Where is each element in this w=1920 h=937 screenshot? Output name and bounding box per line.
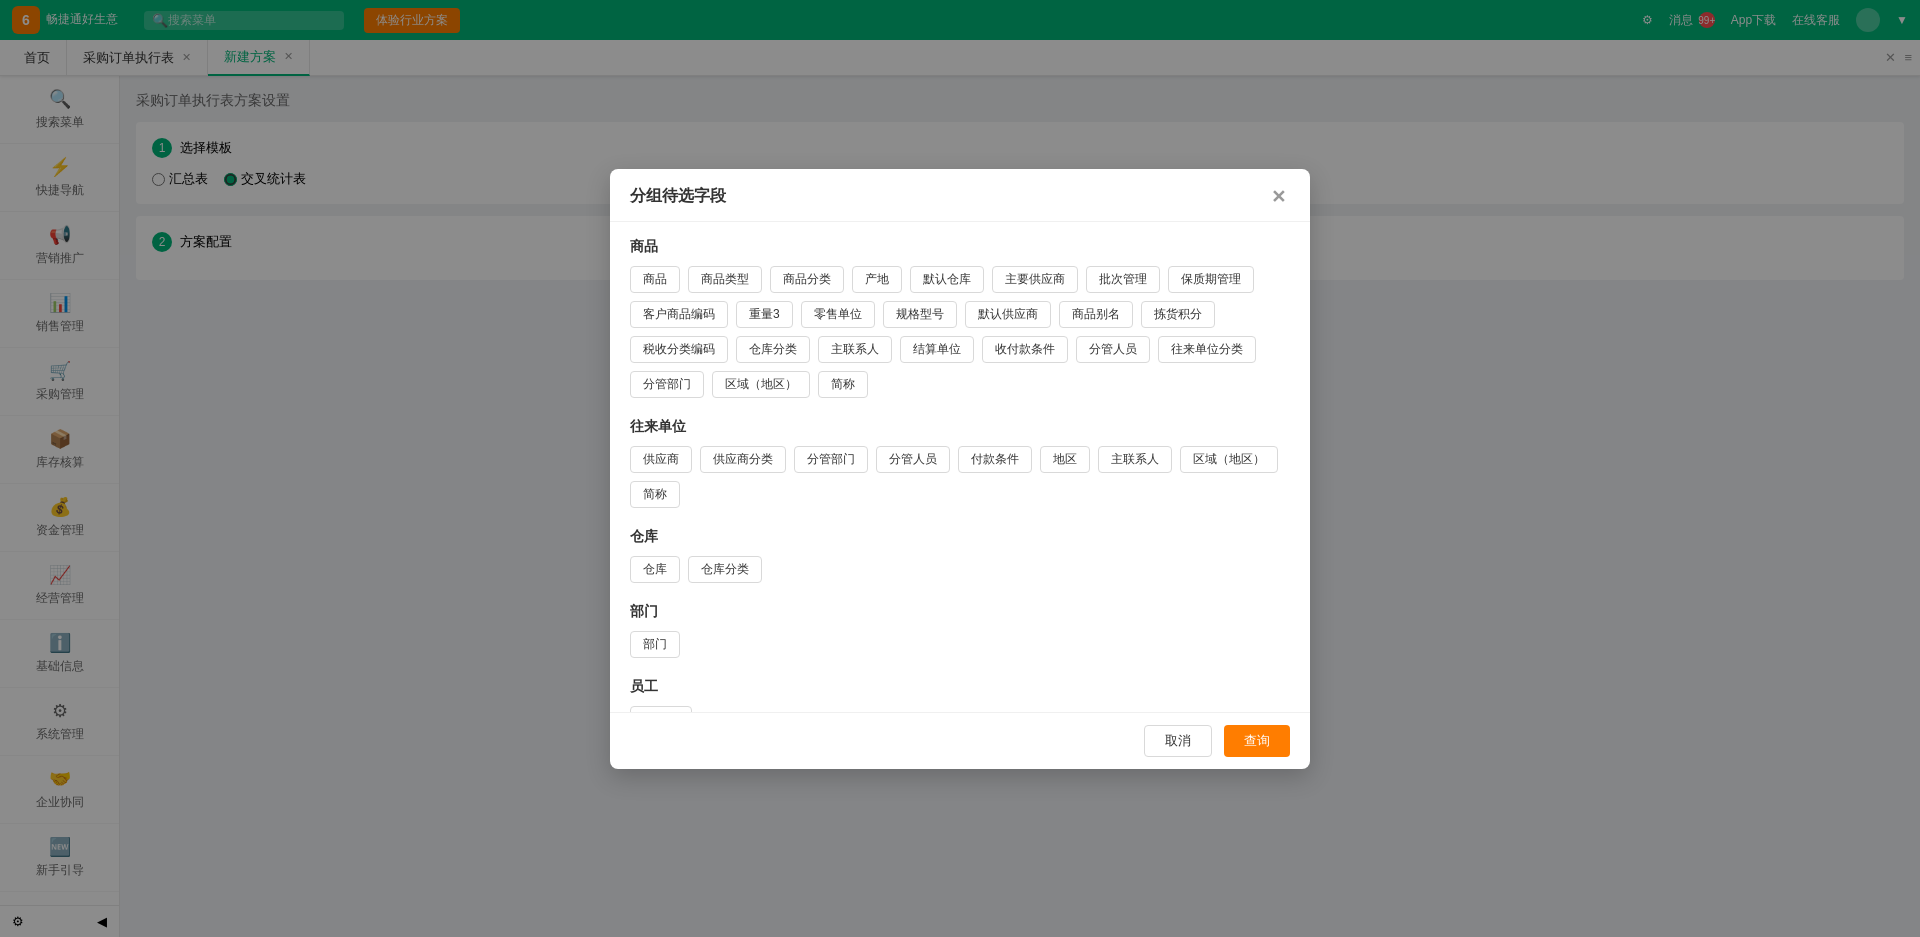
section-partner-title: 往来单位 <box>630 418 1290 436</box>
section-product-title: 商品 <box>630 238 1290 256</box>
field-tag[interactable]: 结算单位 <box>900 336 974 363</box>
field-tag[interactable]: 商品别名 <box>1059 301 1133 328</box>
field-tag[interactable]: 主联系人 <box>1098 446 1172 473</box>
field-tag[interactable]: 默认供应商 <box>965 301 1051 328</box>
product-field-tags: 商品商品类型商品分类产地默认仓库主要供应商批次管理保质期管理客户商品编码重量3 零… <box>630 266 1290 398</box>
modal-overlay: 分组待选字段 ✕ 商品 商品商品类型商品分类产地默认仓库主要供应商批次管理保质期… <box>0 0 1920 937</box>
modal-footer: 取消 查询 <box>610 712 1310 769</box>
field-tag[interactable]: 商品分类 <box>770 266 844 293</box>
field-tag[interactable]: 规格型号 <box>883 301 957 328</box>
confirm-button[interactable]: 查询 <box>1224 725 1290 757</box>
field-tag[interactable]: 默认仓库 <box>910 266 984 293</box>
field-tag[interactable]: 零售单位 <box>801 301 875 328</box>
section-employee-title: 员工 <box>630 678 1290 696</box>
field-tag[interactable]: 商品 <box>630 266 680 293</box>
section-employee: 员工 业务员 <box>630 678 1290 712</box>
field-tag[interactable]: 区域（地区） <box>712 371 810 398</box>
section-dept: 部门 部门 <box>630 603 1290 658</box>
field-tag[interactable]: 简称 <box>630 481 680 508</box>
field-tag[interactable]: 区域（地区） <box>1180 446 1278 473</box>
field-tag[interactable]: 重量3 <box>736 301 793 328</box>
field-tag[interactable]: 收付款条件 <box>982 336 1068 363</box>
field-tag[interactable]: 供应商 <box>630 446 692 473</box>
field-tag[interactable]: 往来单位分类 <box>1158 336 1256 363</box>
modal-close-button[interactable]: ✕ <box>1266 185 1290 209</box>
field-tag[interactable]: 主联系人 <box>818 336 892 363</box>
field-tag[interactable]: 分管部门 <box>630 371 704 398</box>
section-warehouse: 仓库 仓库仓库分类 <box>630 528 1290 583</box>
field-tag[interactable]: 税收分类编码 <box>630 336 728 363</box>
field-tag[interactable]: 分管人员 <box>1076 336 1150 363</box>
field-tag[interactable]: 分管部门 <box>794 446 868 473</box>
section-product: 商品 商品商品类型商品分类产地默认仓库主要供应商批次管理保质期管理客户商品编码重… <box>630 238 1290 398</box>
field-tag[interactable]: 拣货积分 <box>1141 301 1215 328</box>
field-tag[interactable]: 产地 <box>852 266 902 293</box>
field-tag[interactable]: 仓库 <box>630 556 680 583</box>
field-tag[interactable]: 客户商品编码 <box>630 301 728 328</box>
field-tag[interactable]: 地区 <box>1040 446 1090 473</box>
dept-field-tags: 部门 <box>630 631 1290 658</box>
modal-body[interactable]: 商品 商品商品类型商品分类产地默认仓库主要供应商批次管理保质期管理客户商品编码重… <box>610 222 1310 712</box>
field-select-modal: 分组待选字段 ✕ 商品 商品商品类型商品分类产地默认仓库主要供应商批次管理保质期… <box>610 169 1310 769</box>
modal-header: 分组待选字段 ✕ <box>610 169 1310 222</box>
section-dept-title: 部门 <box>630 603 1290 621</box>
section-warehouse-title: 仓库 <box>630 528 1290 546</box>
field-tag[interactable]: 主要供应商 <box>992 266 1078 293</box>
field-tag[interactable]: 商品类型 <box>688 266 762 293</box>
field-tag[interactable]: 批次管理 <box>1086 266 1160 293</box>
field-tag[interactable]: 部门 <box>630 631 680 658</box>
field-tag[interactable]: 仓库分类 <box>736 336 810 363</box>
field-tag[interactable]: 简称 <box>818 371 868 398</box>
section-partner: 往来单位 供应商供应商分类分管部门分管人员付款条件地区主联系人区域（地区） 简称 <box>630 418 1290 508</box>
partner-field-tags: 供应商供应商分类分管部门分管人员付款条件地区主联系人区域（地区） 简称 <box>630 446 1290 508</box>
field-tag[interactable]: 分管人员 <box>876 446 950 473</box>
field-tag[interactable]: 保质期管理 <box>1168 266 1254 293</box>
cancel-button[interactable]: 取消 <box>1144 725 1212 757</box>
field-tag[interactable]: 仓库分类 <box>688 556 762 583</box>
warehouse-field-tags: 仓库仓库分类 <box>630 556 1290 583</box>
modal-title: 分组待选字段 <box>630 186 726 207</box>
field-tag[interactable]: 付款条件 <box>958 446 1032 473</box>
field-tag[interactable]: 供应商分类 <box>700 446 786 473</box>
